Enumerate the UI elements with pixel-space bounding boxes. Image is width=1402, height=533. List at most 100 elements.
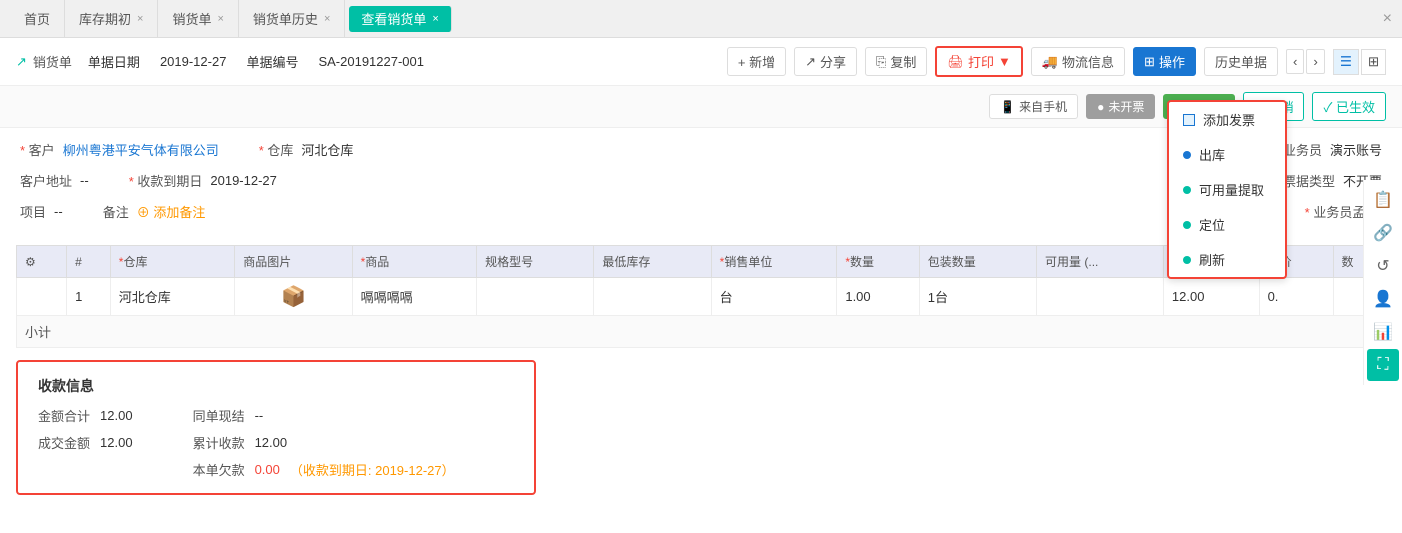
customer-field: 客户 柳州粤港平安气体有限公司 [20, 140, 219, 159]
tab-sales-history[interactable]: 销货单历史 × [239, 0, 345, 37]
dot-teal-icon-3 [1183, 256, 1191, 264]
add-note-icon: ⊕ [137, 205, 150, 220]
ops-icon: ⊞ [1144, 54, 1155, 70]
doc-actions: + 新增 ↗ 分享 ⎘ 复制 🖨 打印 ▼ 🚚 物流信息 [727, 46, 1386, 77]
active-check-icon: ✓ [1323, 100, 1332, 115]
due-date-field: 收款到期日 2019-12-27 [129, 171, 277, 190]
print-button[interactable]: 🖨 打印 ▼ [935, 46, 1022, 77]
project-value: -- [54, 204, 63, 219]
sidebar-chart-icon[interactable]: 📊 [1367, 316, 1399, 348]
staff-label: 业务员 [1283, 140, 1322, 159]
tab-close-view-sales[interactable]: × [432, 13, 438, 25]
right-sidebar: 📋 🔗 ↺ 👤 📊 ⛶ [1363, 180, 1402, 385]
col-num: # [67, 246, 111, 278]
product-image: 📦 [281, 286, 306, 308]
from-phone-button[interactable]: 📱 来自手机 [989, 94, 1078, 119]
copy-icon: ⎘ [876, 54, 886, 70]
col-quantity: *数量 [837, 246, 919, 278]
tab-home[interactable]: 首页 [10, 0, 65, 37]
date-value: 2019-12-27 [160, 54, 227, 69]
col-settings[interactable]: ⚙ [17, 246, 67, 278]
col-warehouse: *仓库 [110, 246, 235, 278]
not-open-button[interactable]: ● 未开票 [1086, 94, 1155, 119]
history-button[interactable]: 历史单据 [1204, 47, 1278, 76]
doc-title-text: 销货单 [33, 52, 72, 71]
dropdown-outbound[interactable]: 出库 [1169, 137, 1285, 172]
row-price: 0. [1259, 278, 1333, 316]
table-row: 1 河北仓库 📦 嗝嗝嗝嗝 台 1.00 1台 12.00 0. [17, 278, 1386, 316]
customer-label: 客户 [20, 140, 55, 159]
address-value: -- [80, 173, 89, 188]
balance-due-note: （收款到期日: 2019-12-27） [290, 460, 455, 479]
settle-value: -- [255, 408, 264, 423]
sidebar-refresh-icon[interactable]: ↺ [1367, 250, 1399, 282]
subtotal-row: 小计 [17, 316, 1386, 348]
dropdown-available-extract[interactable]: 可用量提取 [1169, 172, 1285, 207]
col-available: 可用量 (... [1037, 246, 1164, 278]
logistics-icon: 🚚 [1042, 54, 1058, 70]
row-stock: 12.00 [1163, 278, 1259, 316]
operations-button[interactable]: ⊞ 操作 [1133, 47, 1196, 76]
new-button[interactable]: + 新增 [727, 47, 786, 76]
tab-close-sales[interactable]: × [217, 13, 223, 25]
note-field: 备注 ⊕ 添加备注 [103, 202, 206, 221]
tab-inventory[interactable]: 库存期初 × [65, 0, 158, 37]
tab-close-inventory[interactable]: × [137, 13, 143, 25]
dropdown-add-invoice[interactable]: 添加发票 [1169, 102, 1285, 137]
cumulative-label: 累计收款 [193, 433, 245, 452]
dropdown-refresh[interactable]: 刷新 [1169, 242, 1285, 277]
balance-row: 本单欠款 0.00 （收款到期日: 2019-12-27） [193, 460, 455, 479]
col-package-qty: 包装数量 [919, 246, 1036, 278]
total-row: 金额合计 12.00 [38, 406, 133, 425]
close-all-tabs[interactable]: × [1383, 10, 1392, 28]
view-toggle: ☰ ⊞ [1333, 49, 1386, 75]
sidebar-user-icon[interactable]: 👤 [1367, 283, 1399, 315]
active-status-button[interactable]: ✓ 已生效 [1312, 92, 1386, 121]
number-label: 单据编号 [246, 52, 298, 71]
dot-teal-icon-1 [1183, 186, 1191, 194]
operations-dropdown: 添加发票 出库 可用量提取 定位 刷新 [1167, 100, 1287, 279]
col-product-image: 商品图片 [235, 246, 352, 278]
row-product: 嗝嗝嗝嗝 [352, 278, 477, 316]
tab-close-sales-history[interactable]: × [324, 13, 330, 25]
project-label: 项目 [20, 202, 46, 221]
sidebar-expand-icon[interactable]: ⛶ [1367, 349, 1399, 381]
sales-order-icon: ↗ [16, 54, 27, 70]
prev-record-button[interactable]: ‹ [1286, 49, 1304, 74]
row-settings [17, 278, 67, 316]
print-icon: 🖨 [947, 54, 964, 70]
nav-arrows: ‹ › [1286, 49, 1325, 74]
print-dropdown-icon: ▼ [998, 54, 1011, 69]
phone-icon: 📱 [1000, 100, 1015, 114]
grid-view-button[interactable]: ⊞ [1361, 49, 1386, 75]
logistics-button[interactable]: 🚚 物流信息 [1031, 47, 1125, 76]
row-quantity: 1.00 [837, 278, 919, 316]
row-product-image: 📦 [235, 278, 352, 316]
row-num: 1 [67, 278, 111, 316]
list-view-button[interactable]: ☰ [1333, 49, 1359, 75]
settings-icon: ⚙ [25, 255, 36, 269]
add-note-button[interactable]: ⊕ 添加备注 [137, 202, 206, 221]
col-min-stock: 最低库存 [594, 246, 711, 278]
salesperson-label: 业务员孟 [1305, 202, 1366, 221]
share-button[interactable]: ↗ 分享 [794, 47, 857, 76]
customer-value[interactable]: 柳州粤港平安气体有限公司 [63, 140, 219, 159]
sidebar-link-icon[interactable]: 🔗 [1367, 217, 1399, 249]
row-min-stock [594, 278, 711, 316]
share-icon: ↗ [805, 54, 816, 70]
dropdown-locate[interactable]: 定位 [1169, 207, 1285, 242]
next-record-button[interactable]: › [1306, 49, 1324, 74]
transaction-value: 12.00 [100, 435, 133, 450]
copy-button[interactable]: ⎘ 复制 [865, 47, 927, 76]
address-field: 客户地址 -- [20, 171, 89, 190]
staff-field: 业务员 演示账号 [1283, 140, 1382, 159]
total-label: 金额合计 [38, 406, 90, 425]
address-label: 客户地址 [20, 171, 72, 190]
dot-blue-icon [1183, 151, 1191, 159]
row-available [1037, 278, 1164, 316]
tab-sales[interactable]: 销货单 × [158, 0, 238, 37]
tab-view-sales[interactable]: 查看销货单 × [349, 6, 451, 32]
total-value: 12.00 [100, 408, 133, 423]
dot-teal-icon-2 [1183, 221, 1191, 229]
sidebar-copy-icon[interactable]: 📋 [1367, 184, 1399, 216]
